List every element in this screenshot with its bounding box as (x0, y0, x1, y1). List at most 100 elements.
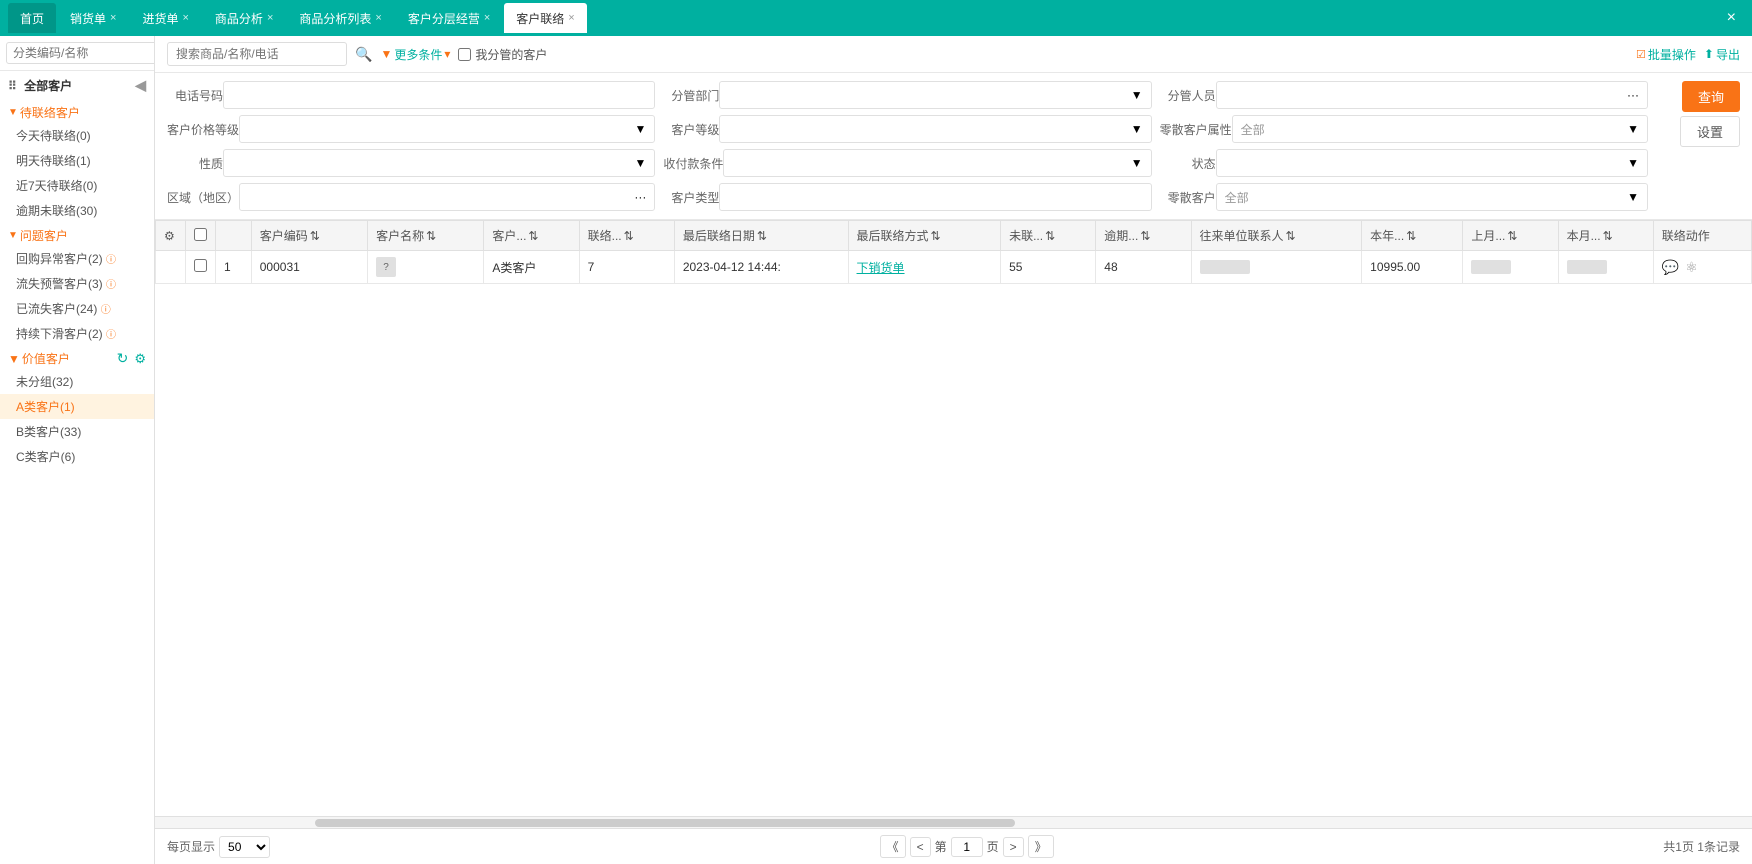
nav-tab-sales[interactable]: 销货单 × (58, 3, 128, 33)
sidebar-item-tomorrow[interactable]: 明天待联络(1) (0, 148, 154, 173)
more-conditions-button[interactable]: ▼ 更多条件 ▾ (380, 46, 450, 63)
sidebar-item-class-a[interactable]: A类客户(1) (0, 394, 154, 419)
region-dots-icon: ··· (634, 190, 646, 204)
filter-field-status: 状态 ▼ (1160, 149, 1648, 177)
sidebar-section-value[interactable]: ▼ 价值客户 ↻ ⚙ (0, 346, 154, 369)
table-header-last-contact-date[interactable]: 最后联络日期⇅ (674, 221, 848, 251)
filter-nature-select[interactable]: ▼ (223, 149, 655, 177)
close-customer-contact-icon[interactable]: × (568, 12, 574, 24)
my-customers-checkbox[interactable]: 我分管的客户 (458, 46, 547, 63)
batch-operation-button[interactable]: ☑ 批量操作 (1636, 46, 1696, 63)
filter-dept-select[interactable]: ▼ (719, 81, 1151, 109)
table-header-customer-name[interactable]: 客户名称⇅ (368, 221, 484, 251)
table-header-customer-type[interactable]: 客户...⇅ (484, 221, 579, 251)
row-select-checkbox[interactable] (194, 259, 207, 272)
filter-price-level-select[interactable]: ▼ (239, 115, 655, 143)
row-checkbox[interactable] (186, 251, 216, 284)
nav-tab-goods-list-label: 商品分析列表 (299, 10, 371, 27)
nav-tab-customer-layer-label: 客户分层经营 (408, 10, 480, 27)
sidebar-item-today[interactable]: 今天待联络(0) (0, 123, 154, 148)
sidebar-item-declining[interactable]: 持续下滑客户(2) ⓘ (0, 321, 154, 346)
horizontal-scrollbar[interactable] (155, 816, 1752, 828)
settings-button[interactable]: 设置 (1680, 116, 1740, 147)
sidebar-all-customers[interactable]: ⠿ 全部客户 ◀ (0, 71, 154, 100)
filter-customer-type-input[interactable] (719, 183, 1151, 211)
filter-customer-level-select[interactable]: ▼ (719, 115, 1151, 143)
table-header-last-month[interactable]: 上月...⇅ (1463, 221, 1558, 251)
table-header-this-year[interactable]: 本年...⇅ (1362, 221, 1463, 251)
prev-page-button[interactable]: < (910, 837, 931, 857)
table-header-customer-code[interactable]: 客户编码⇅ (251, 221, 367, 251)
filter-retail-customer-select[interactable]: 全部 ▼ (1216, 183, 1648, 211)
row-contact: 7 (579, 251, 674, 284)
row-last-month (1463, 251, 1558, 284)
sidebar-item-unclassified[interactable]: 未分组(32) (0, 369, 154, 394)
row-seq: 1 (216, 251, 252, 284)
table-header-this-month[interactable]: 本月...⇅ (1558, 221, 1653, 251)
table-header-row: ⚙ 客户编码⇅ 客户名称⇅ 客户...⇅ (156, 221, 1752, 251)
table-header-gear[interactable]: ⚙ (156, 221, 186, 251)
nav-tab-goods-list[interactable]: 商品分析列表 × (287, 3, 393, 33)
scrollbar-thumb[interactable] (315, 819, 1015, 827)
table-header-unit-contact[interactable]: 往来单位联系人⇅ (1191, 221, 1362, 251)
filter-retail-attr-select[interactable]: 全部 ▼ (1232, 115, 1648, 143)
window-close-button[interactable]: × (1719, 9, 1744, 27)
pagination-bar: 每页显示 50 100 200 《 < 第 页 > 》 共1页 1条记录 (155, 828, 1752, 864)
filter-manager-input[interactable]: ··· (1216, 81, 1648, 109)
page-size-select[interactable]: 50 100 200 (219, 836, 270, 858)
sidebar-section-pending[interactable]: ▼ 待联络客户 (0, 100, 154, 123)
table-header-no-contact[interactable]: 未联...⇅ (1001, 221, 1096, 251)
sidebar-item-class-b[interactable]: B类客户(33) (0, 419, 154, 444)
filter-row-4: 区域（地区） ··· 客户类型 (167, 183, 1648, 211)
first-page-button[interactable]: 《 (880, 835, 906, 858)
sidebar-item-class-c[interactable]: C类客户(6) (0, 444, 154, 469)
value-refresh-icon[interactable]: ↻ (117, 350, 129, 367)
nav-tab-customer-layer[interactable]: 客户分层经营 × (396, 3, 502, 33)
filter-field-price-level: 客户价格等级 ▼ (167, 115, 655, 143)
filter-search-icon[interactable]: 🔍 (355, 46, 372, 63)
select-all-checkbox[interactable] (194, 228, 207, 241)
row-last-contact-method[interactable]: 下销货单 (848, 251, 1001, 284)
close-customer-layer-icon[interactable]: × (484, 12, 490, 24)
close-goods-list-icon[interactable]: × (375, 12, 381, 24)
nav-tab-home[interactable]: 首页 (8, 3, 56, 33)
sidebar-collapse-icon[interactable]: ◀ (135, 77, 146, 94)
table-header-overdue[interactable]: 逾期...⇅ (1096, 221, 1191, 251)
qr-icon[interactable]: ⚛ (1685, 259, 1698, 276)
table-row: 1 000031 ? A类客户 7 2023-04-12 14:44: (156, 251, 1752, 284)
filter-region-input[interactable]: ··· (239, 183, 655, 211)
sidebar-item-repurchase-abnormal[interactable]: 回购异常客户(2) ⓘ (0, 246, 154, 271)
table-header-checkbox[interactable] (186, 221, 216, 251)
filter-search-input[interactable] (167, 42, 347, 66)
sidebar-search-input[interactable] (6, 42, 155, 64)
filter-status-select[interactable]: ▼ (1216, 149, 1648, 177)
close-purchase-icon[interactable]: × (182, 12, 188, 24)
row-no-contact: 55 (1001, 251, 1096, 284)
query-button[interactable]: 查询 (1682, 81, 1740, 112)
sidebar-item-7days[interactable]: 近7天待联络(0) (0, 173, 154, 198)
filter-phone-input[interactable] (223, 81, 655, 109)
close-sales-icon[interactable]: × (110, 12, 116, 24)
value-settings-icon[interactable]: ⚙ (134, 351, 146, 367)
last-page-button[interactable]: 》 (1028, 835, 1054, 858)
contact-method-link[interactable]: 下销货单 (857, 261, 905, 275)
sidebar-section-problem[interactable]: ▼ 问题客户 (0, 223, 154, 246)
my-customers-checkbox-input[interactable] (458, 48, 471, 61)
nav-tab-purchase[interactable]: 进货单 × (130, 3, 200, 33)
sidebar-item-churned[interactable]: 已流失客户(24) ⓘ (0, 296, 154, 321)
filter-payment-select[interactable]: ▼ (723, 149, 1151, 177)
problem-arrow-icon: ▼ (8, 230, 18, 241)
nav-tab-customer-contact[interactable]: 客户联络 × (504, 3, 586, 33)
export-button[interactable]: ⬆ 导出 (1704, 46, 1740, 63)
nav-tab-goods-analysis[interactable]: 商品分析 × (203, 3, 285, 33)
next-page-button[interactable]: > (1003, 837, 1024, 857)
filter-row-3: 性质 ▼ 收付款条件 ▼ (167, 149, 1648, 177)
table-header-contact[interactable]: 联络...⇅ (579, 221, 674, 251)
table-header-last-contact-method[interactable]: 最后联络方式⇅ (848, 221, 1001, 251)
sidebar-item-overdue[interactable]: 逾期未联络(30) (0, 198, 154, 223)
page-number-input[interactable] (951, 837, 983, 857)
chat-icon[interactable]: 💬 (1662, 259, 1679, 276)
close-goods-analysis-icon[interactable]: × (267, 12, 273, 24)
sidebar-item-churn-warning[interactable]: 流失预警客户(3) ⓘ (0, 271, 154, 296)
filter-field-phone: 电话号码 (167, 81, 655, 109)
